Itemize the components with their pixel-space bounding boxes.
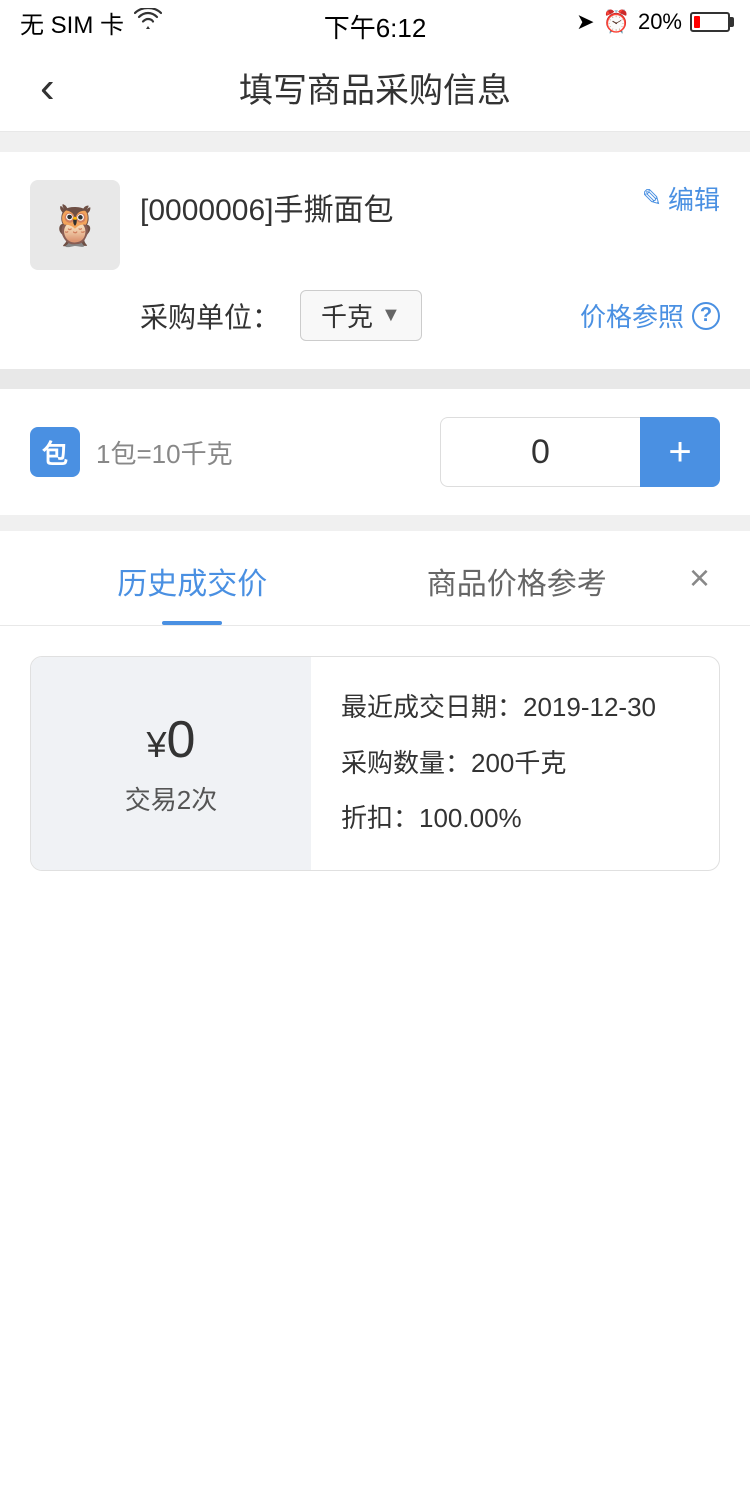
purchase-qty-label: 采购数量： [341,748,471,778]
tab-price-reference[interactable]: 商品价格参考 [354,531,678,625]
location-icon: ➤ [576,9,594,35]
chevron-down-icon: ▼ [381,304,401,327]
product-header: 🦉 [0000006]手撕面包 ✎ 编辑 [30,180,720,270]
purchase-qty-row: 采购数量：200千克 [341,743,689,785]
nav-bar: ‹ 填写商品采购信息 [0,44,750,132]
product-unit-row: 采购单位： 千克 ▼ 价格参照 ? [30,290,720,341]
unit-label: 采购单位： [140,296,280,336]
status-right: ➤ ⏰ 20% [576,9,730,35]
alarm-icon: ⏰ [603,9,630,35]
section-divider [0,369,750,389]
close-icon: × [689,557,710,599]
price-left-panel: ¥0 交易2次 [31,657,311,870]
unit-select[interactable]: 千克 ▼ [300,290,422,341]
discount-value: 100.00% [419,803,522,833]
tabs-section: 历史成交价 商品价格参考 × ¥0 交易2次 最近成交日期：2019-12-30… [0,531,750,901]
product-card: 🦉 [0000006]手撕面包 ✎ 编辑 采购单位： 千克 ▼ 价格参照 ? [0,152,750,369]
quantity-unit-info: 包 1包=10千克 [30,427,233,477]
edit-icon: ✎ [642,184,662,213]
back-button[interactable]: ‹ [30,53,65,123]
unit-conversion-hint: 1包=10千克 [96,434,233,471]
product-name: [0000006]手撕面包 [140,180,393,229]
edit-label: 编辑 [668,180,720,217]
quantity-input[interactable]: 0 [440,417,640,487]
price-amount: ¥0 [147,710,196,770]
page-title: 填写商品采购信息 [239,63,511,112]
status-bar: 无 SIM 卡 下午6:12 ➤ ⏰ 20% [0,0,750,44]
carrier-label: 无 SIM 卡 [20,5,124,40]
quantity-controls: 0 + [440,417,720,487]
wifi-icon [134,8,162,37]
discount-row: 折扣：100.00% [341,798,689,840]
history-price-content: ¥0 交易2次 最近成交日期：2019-12-30 采购数量：200千克 折扣：… [0,626,750,901]
quantity-plus-button[interactable]: + [640,417,720,487]
quantity-value: 0 [531,433,550,472]
tabs-close-button[interactable]: × [679,547,720,609]
unit-box: 包 [30,427,80,477]
tab-reference-label: 商品价格参考 [427,568,607,601]
price-info-card: ¥0 交易2次 最近成交日期：2019-12-30 采购数量：200千克 折扣：… [30,656,720,871]
recent-date-value: 2019-12-30 [523,692,656,722]
price-reference-button[interactable]: 价格参照 ? [580,297,720,334]
recent-date-label: 最近成交日期： [341,692,523,722]
plus-icon: + [668,430,691,475]
product-left: 🦉 [0000006]手撕面包 [30,180,393,270]
status-time: 下午6:12 [324,8,427,45]
price-value: 0 [167,711,196,769]
bottom-space [0,901,750,1501]
product-logo-icon: 🦉 [50,202,100,249]
status-left: 无 SIM 卡 [20,5,162,40]
product-thumbnail: 🦉 [30,180,120,270]
currency-symbol: ¥ [147,724,167,765]
battery-icon [690,12,730,32]
tab-history-label: 历史成交价 [117,568,267,601]
unit-box-label: 包 [42,434,68,471]
recent-date-row: 最近成交日期：2019-12-30 [341,687,689,729]
battery-percent: 20% [638,9,682,35]
help-icon: ? [692,302,720,330]
tab-history-price[interactable]: 历史成交价 [30,531,354,625]
discount-label: 折扣： [341,803,419,833]
price-right-panel: 最近成交日期：2019-12-30 采购数量：200千克 折扣：100.00% [311,657,719,870]
quantity-row: 包 1包=10千克 0 + [0,389,750,515]
tabs-header: 历史成交价 商品价格参考 × [0,531,750,626]
trade-count: 交易2次 [125,780,217,817]
purchase-qty-value: 200千克 [471,748,566,778]
unit-value: 千克 [321,297,373,334]
edit-button[interactable]: ✎ 编辑 [642,180,720,217]
price-ref-label: 价格参照 [580,297,684,334]
